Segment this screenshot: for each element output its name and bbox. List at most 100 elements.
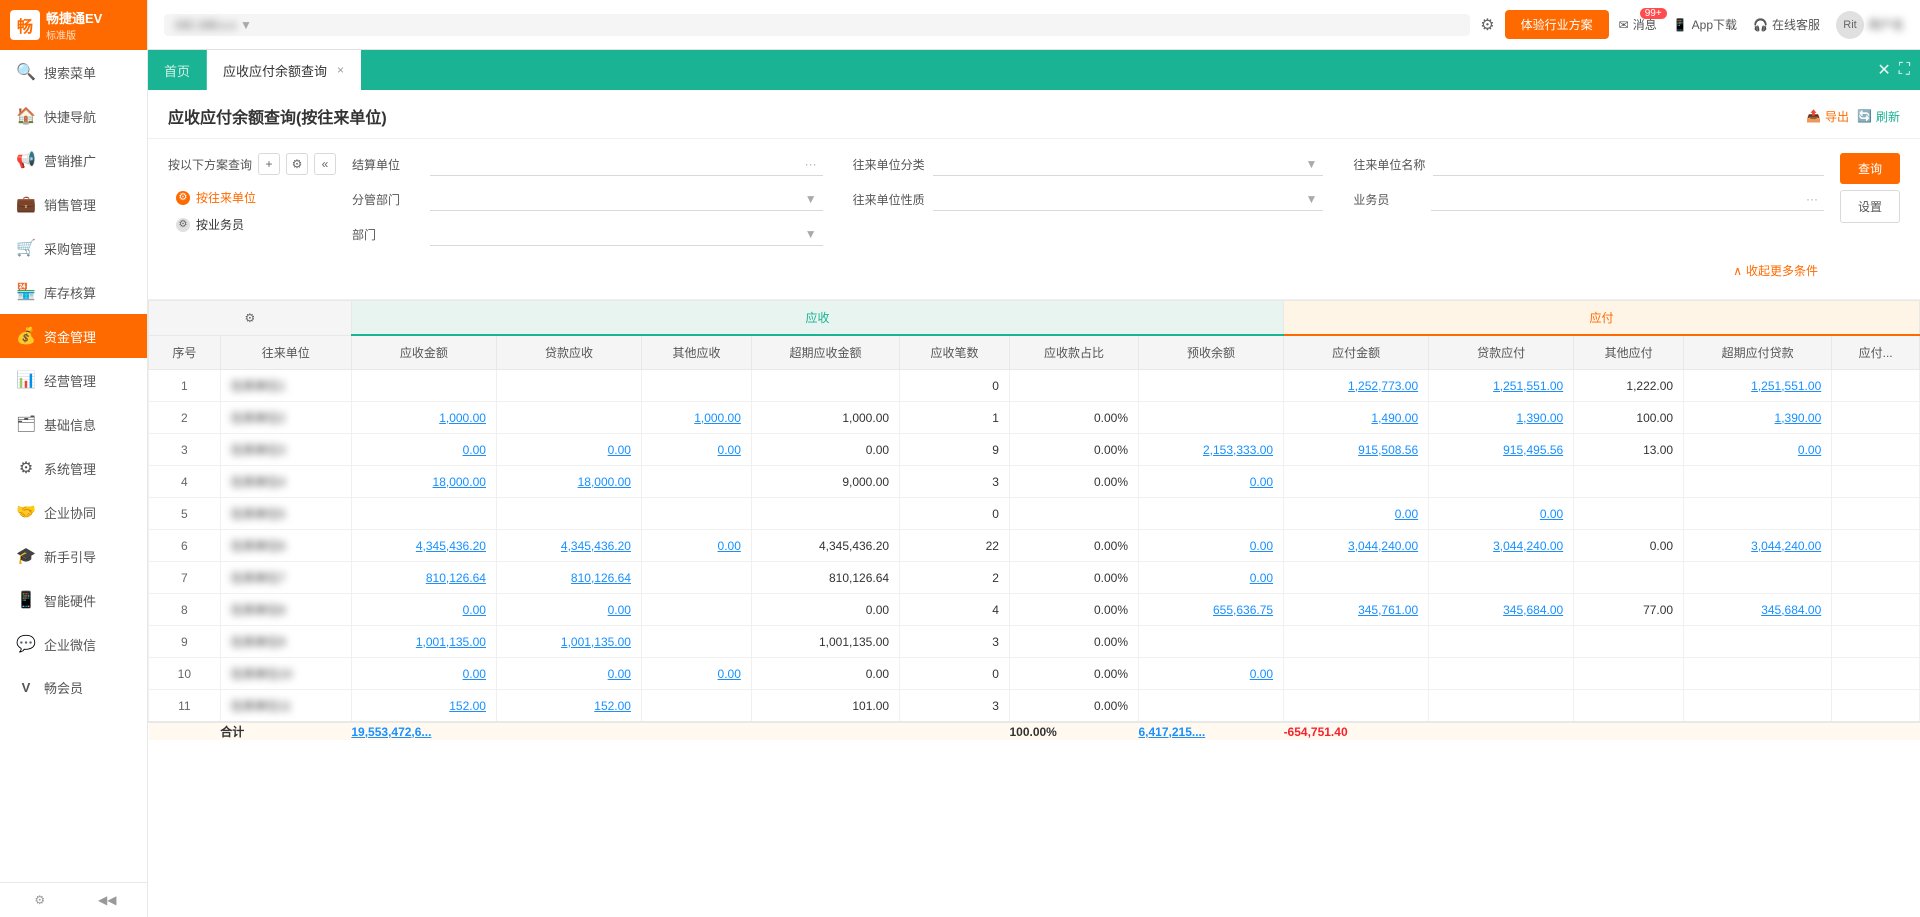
query-button[interactable]: 查询 [1840,153,1900,184]
td-ap-overdue[interactable] [1684,658,1832,690]
td-ap-loan[interactable] [1429,562,1574,594]
td-ap-overdue[interactable] [1684,626,1832,658]
tab-home[interactable]: 首页 [148,50,207,90]
td-ar-other[interactable] [641,498,751,530]
settlement-unit-input[interactable]: ··· [430,153,823,176]
td-ap-loan[interactable] [1429,690,1574,723]
td-ar-prepay[interactable]: 0.00 [1139,658,1284,690]
td-ap-amount[interactable]: 0.00 [1284,498,1429,530]
td-ar-amount[interactable]: 152.00 [351,690,496,723]
scheme-by-partner[interactable]: ⚙ 按往来单位 [168,185,336,210]
td-ap-amount[interactable]: 1,252,773.00 [1284,370,1429,402]
td-ar-loan[interactable]: 18,000.00 [496,466,641,498]
table-settings-icon[interactable]: ⚙ [245,311,256,325]
staff-input[interactable]: ··· [1431,188,1824,211]
td-ar-other[interactable]: 1,000.00 [641,402,751,434]
td-ar-amount[interactable]: 0.00 [351,658,496,690]
td-ap-loan[interactable] [1429,466,1574,498]
td-ar-amount[interactable] [351,370,496,402]
td-ar-other[interactable]: 0.00 [641,434,751,466]
td-ar-other[interactable] [641,370,751,402]
dept-select[interactable]: ▼ [430,223,823,246]
tab-close-icon[interactable]: × [337,63,344,77]
td-ar-amount[interactable]: 4,345,436.20 [351,530,496,562]
sidebar-item-operation[interactable]: 📊 经营管理 [0,358,147,402]
tab-ar-ap[interactable]: 应收应付余额查询 × [207,50,361,90]
td-ap-amount[interactable] [1284,466,1429,498]
td-ar-loan[interactable]: 0.00 [496,594,641,626]
sidebar-item-base[interactable]: 🗂 基础信息 [0,402,147,446]
td-ar-loan[interactable] [496,402,641,434]
td-ar-loan[interactable] [496,498,641,530]
td-ar-loan[interactable]: 152.00 [496,690,641,723]
td-ap-overdue[interactable] [1684,562,1832,594]
close-window-button[interactable]: ✕ [1877,60,1890,80]
td-ap-loan[interactable]: 345,684.00 [1429,594,1574,626]
partner-name-input[interactable] [1433,153,1824,176]
topbar-promo-button[interactable]: 体验行业方案 [1505,10,1609,39]
td-ap-amount[interactable] [1284,690,1429,723]
dept-manager-select[interactable]: ▼ [430,188,823,211]
td-ar-prepay[interactable] [1139,498,1284,530]
footer-ar-prepay[interactable]: 6,417,215.... [1139,722,1284,740]
sidebar-collapse-button[interactable]: ◀◀ [78,893,138,907]
td-ap-loan[interactable] [1429,626,1574,658]
td-ar-other[interactable]: 0.00 [641,658,751,690]
td-ap-overdue[interactable] [1684,466,1832,498]
edit-scheme-button[interactable]: ⚙ [286,153,308,175]
td-ap-amount[interactable] [1284,658,1429,690]
td-ar-amount[interactable]: 1,000.00 [351,402,496,434]
td-ap-amount[interactable] [1284,562,1429,594]
sidebar-item-system[interactable]: ⚙ 系统管理 [0,446,147,490]
sidebar-item-hardware[interactable]: 📱 智能硬件 [0,578,147,622]
td-ar-prepay[interactable]: 655,636.75 [1139,594,1284,626]
sidebar-item-marketing[interactable]: 📢 营销推广 [0,138,147,182]
td-ar-prepay[interactable]: 0.00 [1139,466,1284,498]
td-ap-overdue[interactable] [1684,690,1832,723]
td-ar-other[interactable] [641,594,751,626]
td-ar-prepay[interactable] [1139,626,1284,658]
app-download-button[interactable]: 📱 App下载 [1673,16,1737,33]
td-ar-amount[interactable] [351,498,496,530]
td-ap-loan[interactable]: 0.00 [1429,498,1574,530]
sidebar-item-quick-nav[interactable]: 🏠 快捷导航 [0,94,147,138]
partner-category-select[interactable]: ▼ [933,153,1324,176]
td-ap-overdue[interactable] [1684,498,1832,530]
td-ap-loan[interactable]: 3,044,240.00 [1429,530,1574,562]
td-ar-prepay[interactable]: 0.00 [1139,530,1284,562]
td-ar-prepay[interactable] [1139,370,1284,402]
td-ap-overdue[interactable]: 0.00 [1684,434,1832,466]
td-ap-loan[interactable]: 1,390.00 [1429,402,1574,434]
scheme-by-staff[interactable]: ⚙ 按业务员 [168,212,336,237]
refresh-button[interactable]: 🔄 刷新 [1857,108,1900,125]
sidebar-item-finance[interactable]: 💰 资金管理 [0,314,147,358]
td-ap-loan[interactable]: 1,251,551.00 [1429,370,1574,402]
sidebar-item-newbie[interactable]: 🎓 新手引导 [0,534,147,578]
td-ap-overdue[interactable]: 3,044,240.00 [1684,530,1832,562]
td-ar-other[interactable] [641,466,751,498]
user-menu[interactable]: Rit 用户名 [1836,11,1904,39]
td-ar-other[interactable] [641,690,751,723]
td-ar-other[interactable] [641,626,751,658]
sidebar-settings-button[interactable]: ⚙ [10,893,70,907]
td-ar-other[interactable]: 0.00 [641,530,751,562]
td-ap-amount[interactable] [1284,626,1429,658]
maximize-window-button[interactable]: ⛶ [1899,61,1910,79]
td-ap-amount[interactable]: 3,044,240.00 [1284,530,1429,562]
td-ar-prepay[interactable] [1139,402,1284,434]
td-ar-loan[interactable]: 0.00 [496,658,641,690]
settings-button[interactable]: 设置 [1840,190,1900,223]
td-ar-prepay[interactable] [1139,690,1284,723]
sidebar-item-inventory[interactable]: 🏪 库存核算 [0,270,147,314]
td-ar-prepay[interactable]: 2,153,333.00 [1139,434,1284,466]
td-ap-loan[interactable]: 915,495.56 [1429,434,1574,466]
sidebar-item-cooperation[interactable]: 🤝 企业协同 [0,490,147,534]
partner-nature-select[interactable]: ▼ [933,188,1324,211]
td-ar-other[interactable] [641,562,751,594]
td-ap-overdue[interactable]: 1,390.00 [1684,402,1832,434]
td-ar-loan[interactable]: 0.00 [496,434,641,466]
td-ap-amount[interactable]: 915,508.56 [1284,434,1429,466]
sidebar-item-purchase[interactable]: 🛒 采购管理 [0,226,147,270]
td-ar-amount[interactable]: 0.00 [351,434,496,466]
sidebar-item-wechat[interactable]: 💬 企业微信 [0,622,147,666]
